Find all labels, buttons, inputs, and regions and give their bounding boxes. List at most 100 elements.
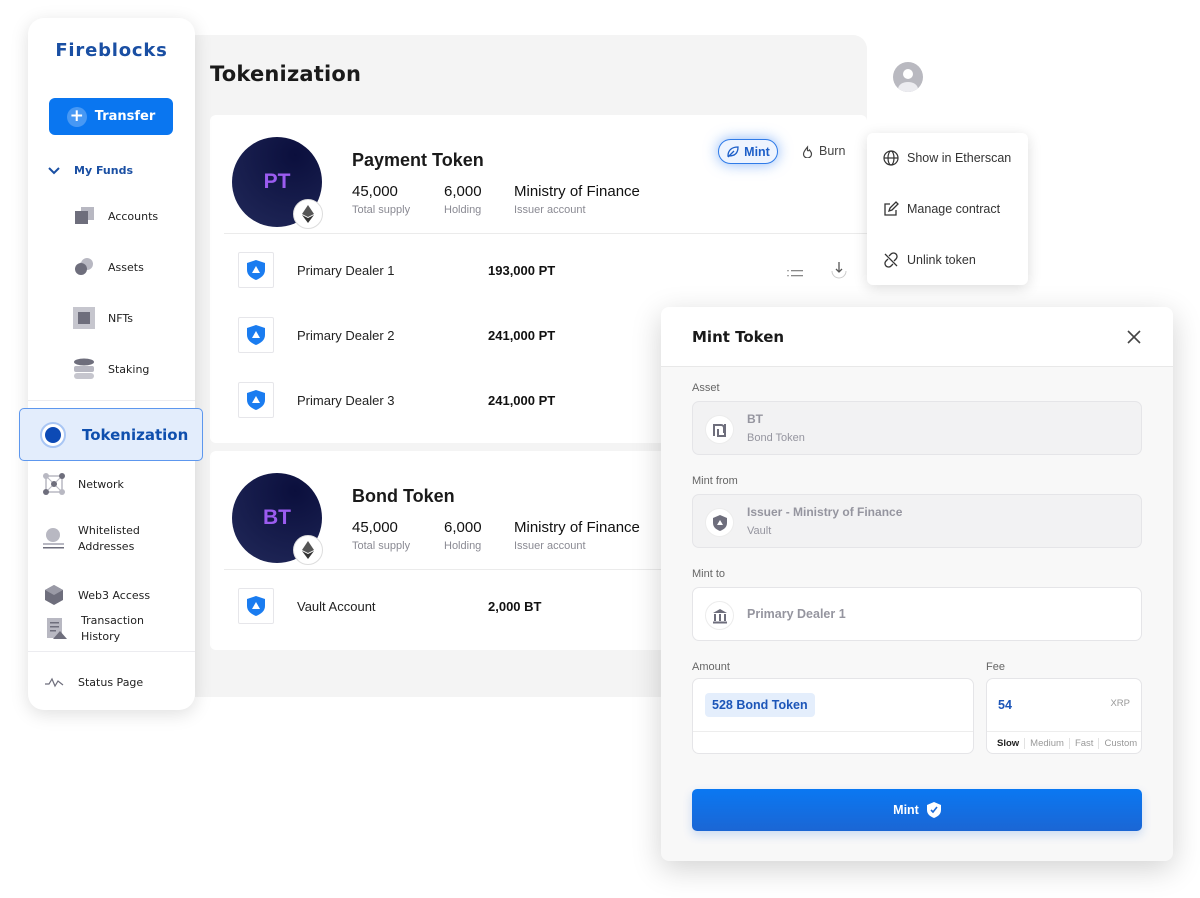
accounts-icon — [72, 205, 96, 227]
mint-from-label: Mint from — [692, 475, 738, 487]
pulse-icon — [42, 671, 66, 693]
sidebar-item-label: Whitelisted Addresses — [78, 524, 140, 553]
assets-icon — [72, 256, 96, 278]
burn-action-button[interactable]: Burn — [802, 144, 845, 158]
asset-icon — [705, 415, 734, 444]
nfts-icon — [72, 307, 96, 329]
fee-unit: XRP — [1110, 698, 1130, 709]
divider — [224, 233, 867, 234]
stat-holding: 6,000 Holding — [444, 183, 482, 216]
mint-label: Mint — [744, 144, 770, 159]
chevron-down-icon — [48, 166, 60, 174]
my-funds-label: My Funds — [74, 164, 133, 177]
mint-to-select[interactable]: Primary Dealer 1 — [692, 587, 1142, 641]
transfer-button[interactable]: + Transfer — [49, 98, 173, 135]
divider — [28, 400, 195, 401]
token-context-menu: Show in Etherscan Manage contract Unlink… — [867, 133, 1028, 285]
mint-submit-button[interactable]: Mint — [692, 789, 1142, 831]
fee-option-custom[interactable]: Custom — [1098, 738, 1142, 749]
fee-label: Fee — [986, 661, 1005, 673]
asset-field: BT Bond Token — [692, 401, 1142, 455]
close-icon[interactable] — [1124, 327, 1144, 347]
globe-icon — [883, 150, 899, 166]
sidebar-item-transaction-history[interactable]: Transaction History — [45, 613, 165, 645]
divider — [693, 731, 973, 732]
sidebar-item-staking[interactable]: Staking — [72, 358, 149, 380]
vault-shield-icon — [238, 588, 274, 624]
modal-title: Mint Token — [692, 328, 785, 346]
fee-input[interactable]: 54 XRP Slow Medium Fast Custom — [986, 678, 1142, 754]
ethereum-icon — [293, 535, 323, 565]
fee-option-fast[interactable]: Fast — [1068, 738, 1098, 749]
shield-check-icon — [926, 802, 941, 818]
sidebar-item-accounts[interactable]: Accounts — [72, 205, 158, 227]
mint-action-button[interactable]: Mint — [718, 139, 778, 164]
sidebar-item-label: Accounts — [108, 209, 159, 223]
vault-shield-icon — [238, 317, 274, 353]
vault-shield-icon — [238, 382, 274, 418]
token-symbol: PT — [263, 170, 291, 193]
sidebar-item-label: Tokenization — [82, 425, 189, 444]
mint-token-modal: Mint Token Asset BT Bond Token Mint from… — [661, 307, 1173, 861]
token-symbol: BT — [263, 506, 291, 529]
mint-submit-label: Mint — [893, 803, 919, 817]
history-icon — [45, 618, 69, 640]
sidebar-item-web3-access[interactable]: Web3 Access — [42, 584, 150, 606]
stat-total-supply: 45,000 Total supply — [352, 183, 411, 216]
asset-symbol: BT — [747, 412, 763, 426]
user-icon — [898, 69, 918, 92]
holder-row[interactable]: Primary Dealer 3 241,000 PT — [238, 382, 555, 418]
fee-option-slow[interactable]: Slow — [992, 738, 1024, 749]
mint-to-value: Primary Dealer 1 — [747, 607, 846, 621]
leaf-icon — [727, 146, 739, 158]
sidebar-item-tokenization[interactable]: Tokenization — [19, 408, 203, 461]
sidebar-item-whitelisted-addresses[interactable]: Whitelisted Addresses — [42, 523, 162, 555]
sidebar-item-label: Web3 Access — [78, 588, 151, 602]
sidebar-item-network[interactable]: Network — [42, 473, 124, 495]
menu-item-unlink-token[interactable]: Unlink token — [883, 252, 976, 268]
stat-issuer: Ministry of Finance Issuer account — [514, 183, 640, 216]
mint-from-field: Issuer - Ministry of Finance Vault — [692, 494, 1142, 548]
amount-value: 528 Bond Token — [705, 693, 815, 717]
asset-label: Asset — [692, 382, 720, 394]
bank-icon — [705, 601, 734, 630]
mint-from-title: Issuer - Ministry of Finance — [747, 505, 903, 519]
web3-icon — [42, 584, 66, 606]
amount-input[interactable]: 528 Bond Token — [692, 678, 974, 754]
asset-name: Bond Token — [747, 432, 805, 444]
tokenization-icon — [40, 421, 66, 448]
download-icon[interactable] — [830, 260, 848, 285]
burn-label: Burn — [819, 144, 846, 158]
vault-shield-icon — [705, 508, 734, 537]
edit-icon — [884, 201, 899, 216]
holder-row[interactable]: Primary Dealer 2 241,000 PT — [238, 317, 555, 353]
menu-item-manage-contract[interactable]: Manage contract — [883, 201, 1000, 217]
transfer-label: Transfer — [94, 109, 156, 124]
sidebar-item-label: Transaction History — [81, 614, 144, 643]
unlink-icon — [884, 252, 898, 268]
plus-icon: + — [66, 106, 87, 127]
mint-to-label: Mint to — [692, 568, 726, 580]
sidebar-item-nfts[interactable]: NFTs — [72, 307, 133, 329]
user-avatar[interactable] — [893, 62, 923, 92]
sidebar-item-status-page[interactable]: Status Page — [42, 671, 143, 693]
token-name: Bond Token — [352, 486, 455, 506]
page-title: Tokenization — [210, 62, 362, 86]
sidebar-item-assets[interactable]: Assets — [72, 256, 144, 278]
holder-row[interactable]: Primary Dealer 1 193,000 PT — [238, 252, 555, 288]
holder-row[interactable]: Vault Account 2,000 BT — [238, 588, 541, 624]
my-funds-toggle[interactable]: My Funds — [48, 164, 133, 177]
list-icon[interactable] — [787, 266, 803, 284]
menu-item-show-etherscan[interactable]: Show in Etherscan — [883, 150, 1011, 166]
sidebar-item-label: NFTs — [108, 311, 133, 325]
sidebar-item-label: Status Page — [78, 675, 144, 689]
vault-shield-icon — [238, 252, 274, 288]
mint-from-subtitle: Vault — [747, 525, 772, 537]
stat-issuer: Ministry of Finance Issuer account — [514, 519, 640, 552]
staking-icon — [72, 358, 96, 380]
sidebar-item-label: Assets — [108, 260, 144, 274]
divider — [987, 731, 1141, 732]
fee-option-medium[interactable]: Medium — [1024, 738, 1069, 749]
network-icon — [42, 473, 66, 495]
amount-label: Amount — [692, 661, 730, 673]
